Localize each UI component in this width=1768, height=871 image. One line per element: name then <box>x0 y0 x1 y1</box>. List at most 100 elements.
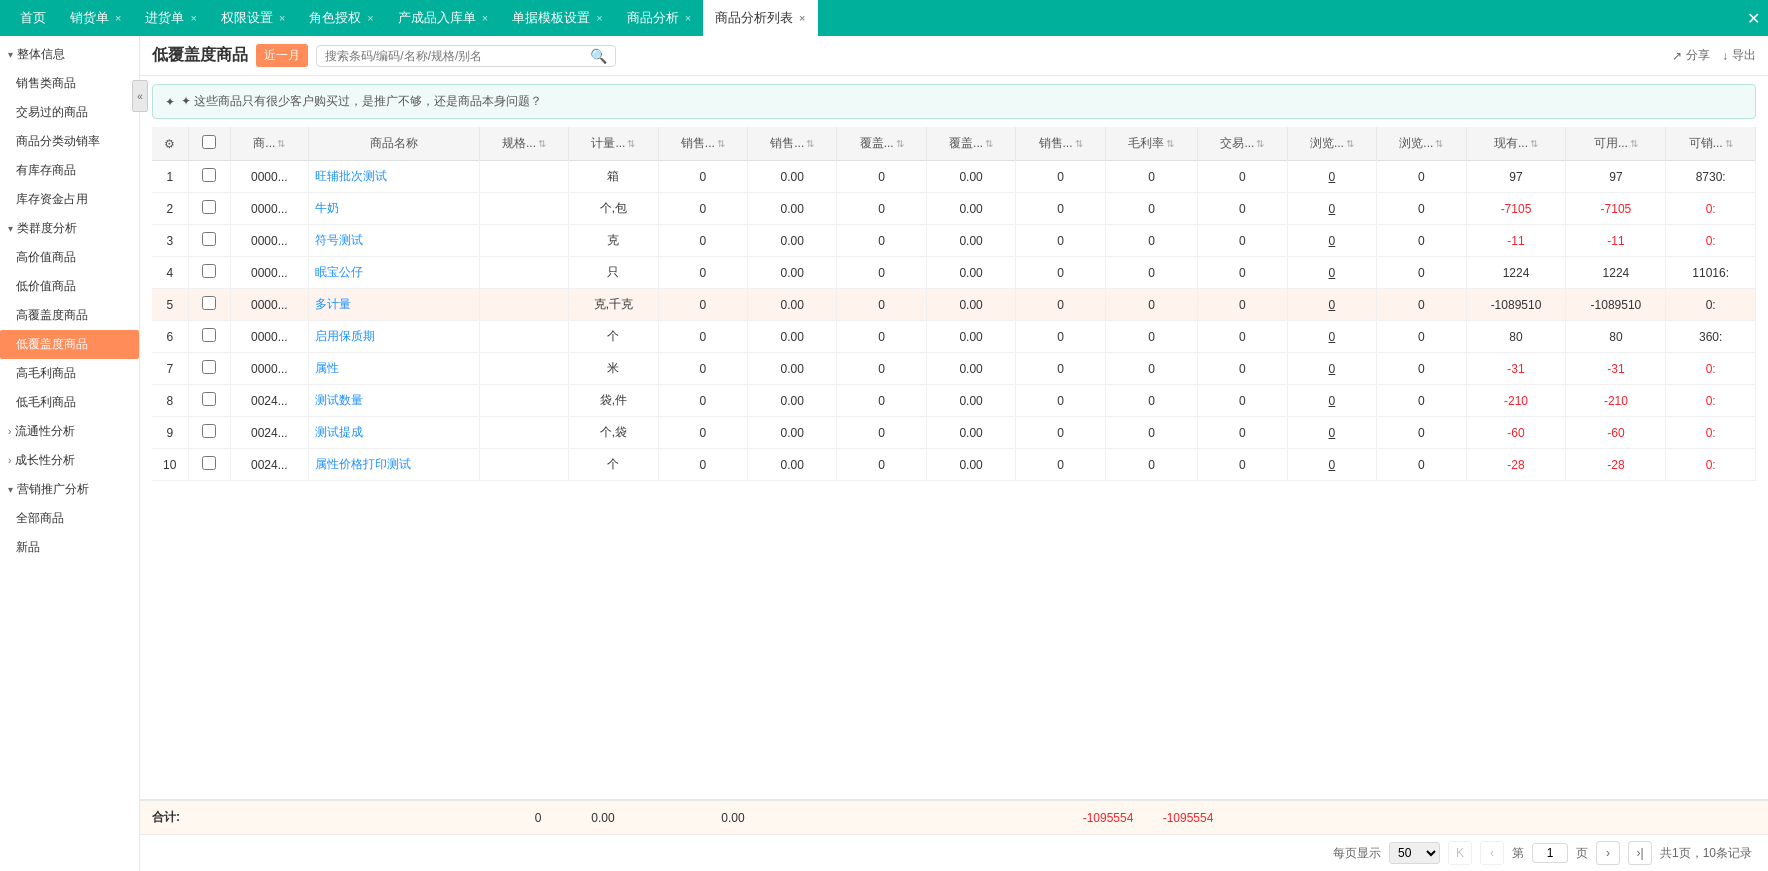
th-saleable[interactable]: 可销...⇅ <box>1666 127 1756 161</box>
row-checkbox[interactable] <box>188 417 230 449</box>
th-gross-margin[interactable]: 毛利率⇅ <box>1105 127 1198 161</box>
prev-page-button[interactable]: ‹ <box>1480 841 1504 865</box>
first-page-button[interactable]: K <box>1448 841 1472 865</box>
row-checkbox[interactable] <box>188 321 230 353</box>
sidebar-item-high-margin[interactable]: 高毛利商品 <box>0 359 139 388</box>
sidebar-item-high-value[interactable]: 高价值商品 <box>0 243 139 272</box>
row-browse1[interactable]: 0 <box>1287 385 1376 417</box>
last-page-button[interactable]: ›| <box>1628 841 1652 865</box>
th-current-stock[interactable]: 现有...⇅ <box>1466 127 1566 161</box>
export-button[interactable]: ↓ 导出 <box>1722 47 1756 64</box>
nav-tab-permissions[interactable]: 权限设置 × <box>209 0 297 36</box>
sidebar-item-sales-goods[interactable]: 销售类商品 <box>0 69 139 98</box>
th-sales-other[interactable]: 销售...⇅ <box>1016 127 1105 161</box>
share-button[interactable]: ↗ 分享 <box>1672 47 1710 64</box>
per-page-select[interactable]: 50 10 20 100 <box>1389 842 1440 864</box>
row-name[interactable]: 测试数量 <box>308 385 479 417</box>
row-browse1[interactable]: 0 <box>1287 257 1376 289</box>
th-sales-qty[interactable]: 销售...⇅ <box>658 127 747 161</box>
sidebar-section-cluster[interactable]: ▾ 类群度分析 <box>0 214 139 243</box>
row-select-checkbox[interactable] <box>202 360 216 374</box>
row-browse1[interactable]: 0 <box>1287 161 1376 193</box>
th-unit[interactable]: 计量...⇅ <box>569 127 658 161</box>
row-browse1[interactable]: 0 <box>1287 353 1376 385</box>
th-spec[interactable]: 规格...⇅ <box>479 127 568 161</box>
row-select-checkbox[interactable] <box>202 328 216 342</box>
sidebar-item-traded-goods[interactable]: 交易过的商品 <box>0 98 139 127</box>
th-browse2[interactable]: 浏览...⇅ <box>1377 127 1466 161</box>
next-page-button[interactable]: › <box>1596 841 1620 865</box>
close-icon[interactable]: × <box>799 12 805 24</box>
nav-tab-template[interactable]: 单据模板设置 × <box>500 0 614 36</box>
row-select-checkbox[interactable] <box>202 456 216 470</box>
close-icon[interactable]: × <box>279 12 285 24</box>
row-checkbox[interactable] <box>188 353 230 385</box>
row-browse1[interactable]: 0 <box>1287 289 1376 321</box>
row-select-checkbox[interactable] <box>202 392 216 406</box>
nav-tab-purchase[interactable]: 进货单 × <box>133 0 208 36</box>
sidebar-item-all-goods[interactable]: 全部商品 <box>0 504 139 533</box>
th-available-stock[interactable]: 可用...⇅ <box>1566 127 1666 161</box>
th-code[interactable]: 商...⇅ <box>230 127 308 161</box>
search-input[interactable] <box>325 49 590 63</box>
row-name[interactable]: 属性 <box>308 353 479 385</box>
row-select-checkbox[interactable] <box>202 424 216 438</box>
close-icon[interactable]: × <box>596 12 602 24</box>
row-select-checkbox[interactable] <box>202 168 216 182</box>
sidebar-item-low-margin[interactable]: 低毛利商品 <box>0 388 139 417</box>
row-select-checkbox[interactable] <box>202 200 216 214</box>
nav-tab-roles[interactable]: 角色授权 × <box>297 0 385 36</box>
row-checkbox[interactable] <box>188 385 230 417</box>
sidebar-section-growth[interactable]: › 成长性分析 <box>0 446 139 475</box>
row-browse1[interactable]: 0 <box>1287 321 1376 353</box>
th-transaction[interactable]: 交易...⇅ <box>1198 127 1287 161</box>
row-select-checkbox[interactable] <box>202 264 216 278</box>
close-icon[interactable]: × <box>190 12 196 24</box>
row-name[interactable]: 启用保质期 <box>308 321 479 353</box>
nav-tab-sales[interactable]: 销货单 × <box>58 0 133 36</box>
row-select-checkbox[interactable] <box>202 296 216 310</box>
sidebar-item-low-coverage[interactable]: 低覆盖度商品 <box>0 330 139 359</box>
nav-tab-analysis[interactable]: 商品分析 × <box>615 0 703 36</box>
th-settings[interactable]: ⚙ <box>152 127 188 161</box>
row-name[interactable]: 测试提成 <box>308 417 479 449</box>
row-checkbox[interactable] <box>188 225 230 257</box>
row-name[interactable]: 属性价格打印测试 <box>308 449 479 481</box>
close-icon[interactable]: × <box>482 12 488 24</box>
row-name[interactable]: 符号测试 <box>308 225 479 257</box>
th-name[interactable]: 商品名称 <box>308 127 479 161</box>
row-name[interactable]: 旺辅批次测试 <box>308 161 479 193</box>
close-icon[interactable]: × <box>115 12 121 24</box>
row-name[interactable]: 牛奶 <box>308 193 479 225</box>
sidebar-item-stock-capital[interactable]: 库存资金占用 <box>0 185 139 214</box>
row-name[interactable]: 眠宝公仔 <box>308 257 479 289</box>
row-browse1[interactable]: 0 <box>1287 417 1376 449</box>
sidebar-collapse-button[interactable]: « <box>132 80 148 112</box>
row-select-checkbox[interactable] <box>202 232 216 246</box>
sidebar-item-low-value[interactable]: 低价值商品 <box>0 272 139 301</box>
nav-tab-analysis-list[interactable]: 商品分析列表 × <box>703 0 817 36</box>
close-icon[interactable]: × <box>685 12 691 24</box>
sidebar-item-high-coverage[interactable]: 高覆盖度商品 <box>0 301 139 330</box>
nav-tab-home[interactable]: 首页 <box>8 0 58 36</box>
select-all-checkbox[interactable] <box>202 135 216 149</box>
row-browse1[interactable]: 0 <box>1287 193 1376 225</box>
row-checkbox[interactable] <box>188 193 230 225</box>
date-filter-button[interactable]: 近一月 <box>256 44 308 67</box>
row-checkbox[interactable] <box>188 289 230 321</box>
row-browse1[interactable]: 0 <box>1287 449 1376 481</box>
sidebar-section-marketing[interactable]: ▾ 营销推广分析 <box>0 475 139 504</box>
th-sales-amount[interactable]: 销售...⇅ <box>748 127 837 161</box>
row-browse1[interactable]: 0 <box>1287 225 1376 257</box>
th-browse1[interactable]: 浏览...⇅ <box>1287 127 1376 161</box>
th-coverage1[interactable]: 覆盖...⇅ <box>837 127 926 161</box>
sidebar-section-circulation[interactable]: › 流通性分析 <box>0 417 139 446</box>
sidebar-item-new-goods[interactable]: 新品 <box>0 533 139 562</box>
close-icon[interactable]: × <box>367 12 373 24</box>
sidebar-item-in-stock[interactable]: 有库存商品 <box>0 156 139 185</box>
page-number-input[interactable] <box>1532 843 1568 863</box>
sidebar-section-overall[interactable]: ▾ 整体信息 <box>0 40 139 69</box>
sidebar-item-category-rate[interactable]: 商品分类动销率 <box>0 127 139 156</box>
th-coverage2[interactable]: 覆盖...⇅ <box>926 127 1015 161</box>
window-close-button[interactable]: ✕ <box>1747 9 1760 28</box>
